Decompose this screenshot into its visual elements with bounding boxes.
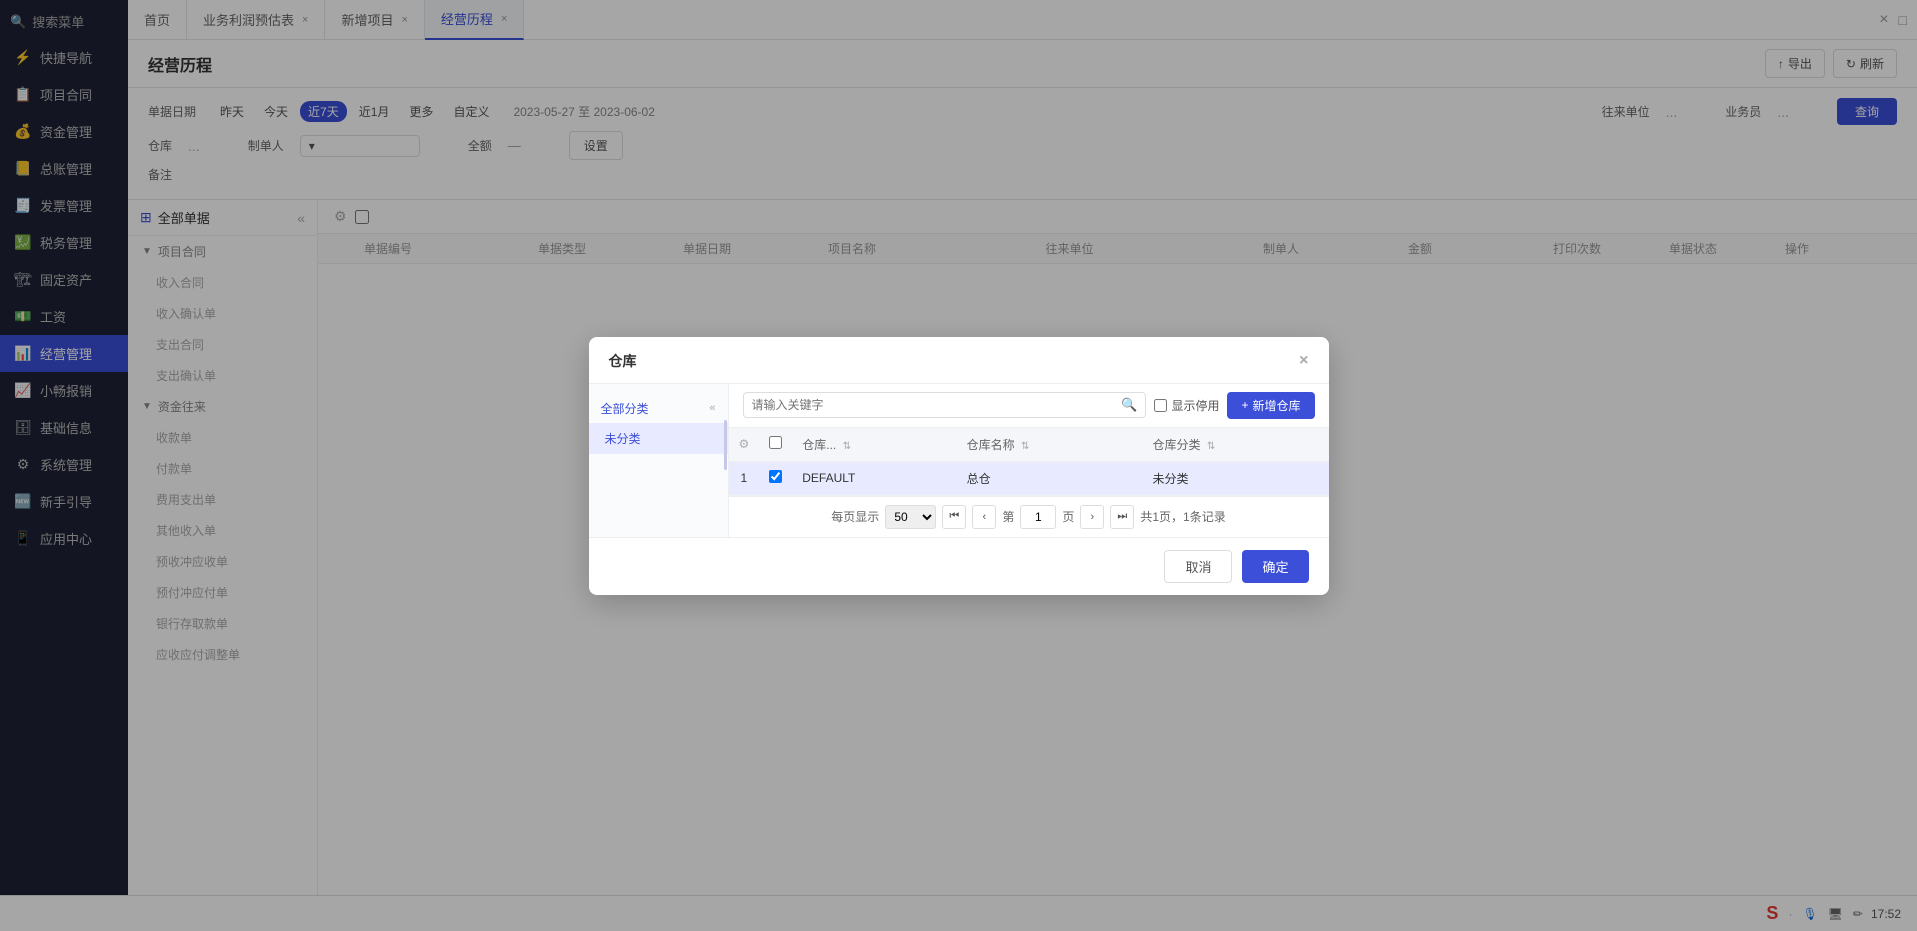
show-disabled-checkbox[interactable] <box>1154 399 1167 412</box>
modal-header: 仓库 × <box>589 337 1329 384</box>
cancel-button[interactable]: 取消 <box>1164 550 1232 583</box>
show-disabled-checkbox-label[interactable]: 显示停用 <box>1154 397 1219 414</box>
confirm-button[interactable]: 确定 <box>1242 550 1308 583</box>
th-select <box>759 428 792 462</box>
col-gear-icon[interactable]: ⚙ <box>739 437 750 451</box>
table-row[interactable]: 1 DEFAULT 总仓 未分类 <box>729 461 1329 495</box>
row-name: 总仓 <box>957 461 1143 495</box>
sort-arrows-category: ⇅ <box>1207 441 1215 452</box>
th-warehouse-category-label: 仓库分类 <box>1153 438 1201 452</box>
show-disabled-label: 显示停用 <box>1171 397 1219 414</box>
modal-main: 🔍 显示停用 + 新增仓库 <box>729 384 1329 537</box>
modal-next-page-btn[interactable]: › <box>1080 505 1104 529</box>
modal-per-page-select[interactable]: 50 100 <box>885 505 936 529</box>
modal-actions: 取消 确定 <box>589 537 1329 595</box>
modal-first-page-btn[interactable]: ⏮ <box>942 505 966 529</box>
th-gear: ⚙ <box>729 428 760 462</box>
sort-arrows-name: ⇅ <box>1021 441 1029 452</box>
modal-sidebar-all-categories[interactable]: 全部分类 « <box>589 394 728 423</box>
modal-sidebar-uncategorized[interactable]: 未分类 <box>589 423 728 454</box>
th-warehouse-code[interactable]: 仓库... ⇅ <box>792 428 956 462</box>
modal-prev-page-btn[interactable]: ‹ <box>972 505 996 529</box>
row-num: 1 <box>729 461 760 495</box>
modal-toolbar: 🔍 显示停用 + 新增仓库 <box>729 384 1329 428</box>
row-checkbox[interactable] <box>769 470 782 483</box>
all-categories-label: 全部分类 <box>601 400 649 417</box>
modal-table-wrap: ⚙ 仓库... ⇅ 仓库名称 <box>729 428 1329 496</box>
warehouse-modal: 仓库 × 全部分类 « 未分类 <box>589 337 1329 595</box>
uncategorized-label: 未分类 <box>605 432 641 446</box>
sidebar-collapse-icon[interactable]: « <box>709 402 715 414</box>
row-category: 未分类 <box>1143 461 1329 495</box>
add-icon: + <box>1241 398 1248 412</box>
th-warehouse-name-label: 仓库名称 <box>967 438 1015 452</box>
th-warehouse-category[interactable]: 仓库分类 ⇅ <box>1143 428 1329 462</box>
modal-body: 全部分类 « 未分类 🔍 <box>589 384 1329 537</box>
modal-table-body: 1 DEFAULT 总仓 未分类 <box>729 461 1329 495</box>
th-select-all-checkbox[interactable] <box>769 436 782 449</box>
modal-title: 仓库 <box>609 351 637 371</box>
th-warehouse-name[interactable]: 仓库名称 ⇅ <box>957 428 1143 462</box>
modal-per-page-label: 每页显示 <box>831 508 879 525</box>
modal-search-box[interactable]: 🔍 <box>743 392 1147 418</box>
modal-close-button[interactable]: × <box>1299 352 1308 370</box>
modal-last-page-btn[interactable]: ⏭ <box>1110 505 1134 529</box>
modal-table: ⚙ 仓库... ⇅ 仓库名称 <box>729 428 1329 496</box>
modal-search-input[interactable] <box>752 398 1116 412</box>
modal-page-input[interactable] <box>1020 505 1056 529</box>
row-code: DEFAULT <box>792 461 956 495</box>
add-warehouse-label: 新增仓库 <box>1252 397 1300 414</box>
modal-total-label: 共1页，1条记录 <box>1140 508 1225 525</box>
modal-search-icon: 🔍 <box>1121 397 1137 413</box>
add-warehouse-button[interactable]: + 新增仓库 <box>1227 392 1314 419</box>
modal-overlay: 仓库 × 全部分类 « 未分类 <box>0 0 1917 931</box>
th-warehouse-code-label: 仓库... <box>802 438 836 452</box>
sidebar-scrollbar <box>724 420 727 470</box>
modal-page-label: 页 <box>1062 508 1074 525</box>
modal-sidebar: 全部分类 « 未分类 <box>589 384 729 537</box>
modal-page-label-before: 第 <box>1002 508 1014 525</box>
sort-arrows-code: ⇅ <box>843 441 851 452</box>
row-checkbox-cell[interactable] <box>759 461 792 495</box>
modal-pagination: 每页显示 50 100 ⏮ ‹ 第 页 › ⏭ 共1页，1条记录 <box>729 496 1329 537</box>
modal-table-head: ⚙ 仓库... ⇅ 仓库名称 <box>729 428 1329 462</box>
